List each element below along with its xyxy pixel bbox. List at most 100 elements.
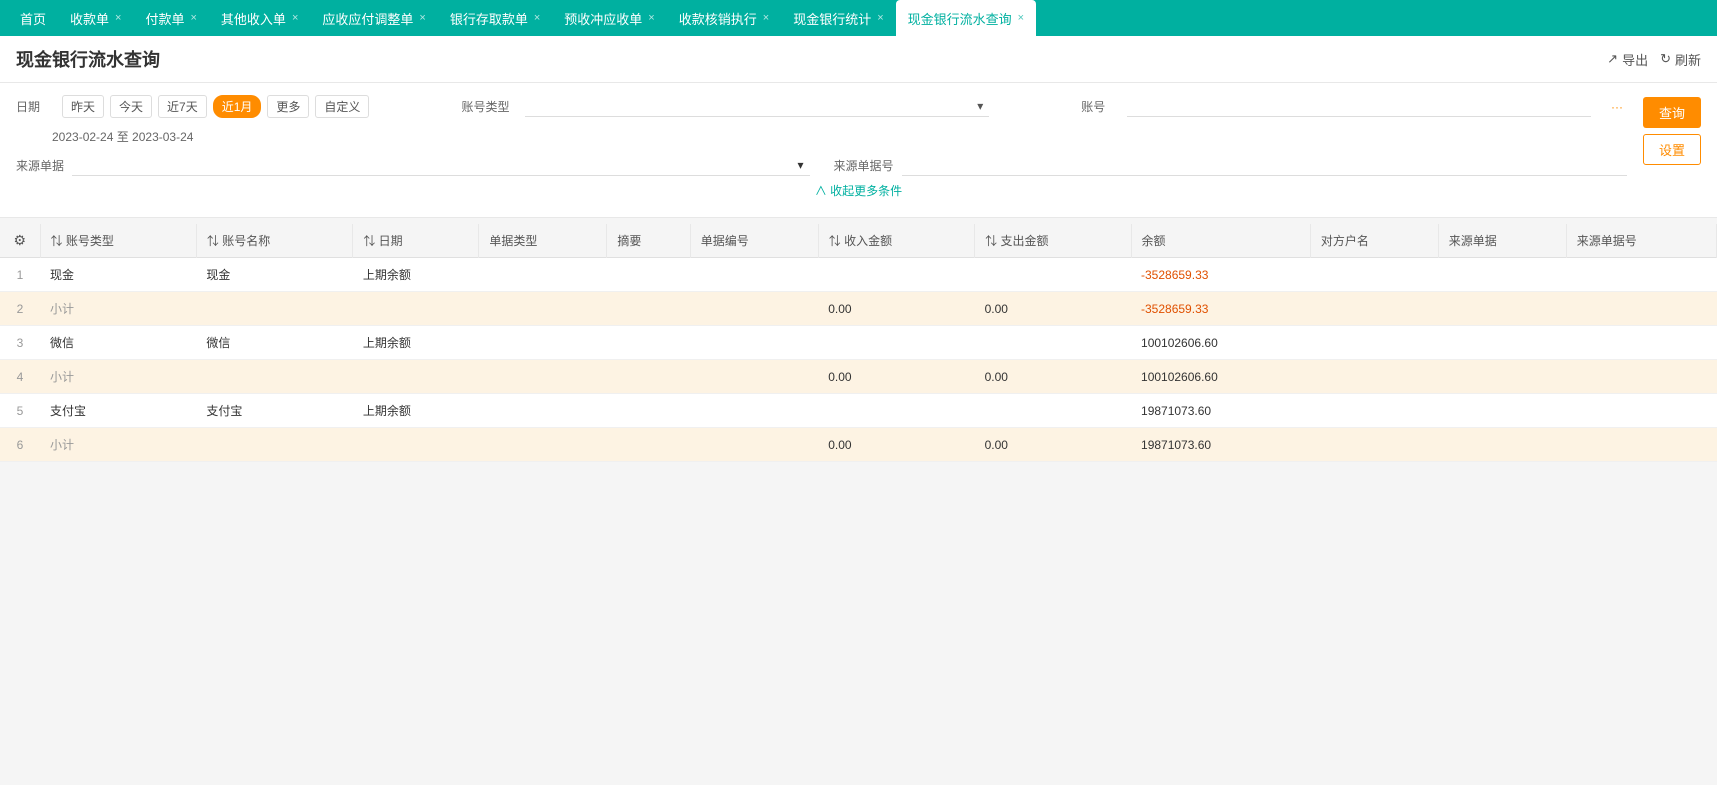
source-doc-select[interactable]: ▾ — [72, 155, 809, 176]
cell-balance: 100102606.60 — [1131, 326, 1310, 360]
table-row: 1 现金 现金 上期余额 -3528659.33 — [0, 258, 1717, 292]
nav-cash-bank-flow[interactable]: 现金银行流水查询 × — [896, 0, 1036, 36]
nav-payments-close[interactable]: × — [190, 12, 196, 24]
nav-advance-offset-close[interactable]: × — [648, 12, 654, 24]
filter-row-source: 来源单据 ▾ 来源单据号 — [16, 155, 1627, 176]
col-source-doc-no: 来源单据号 — [1566, 224, 1716, 258]
date-btn-custom[interactable]: 自定义 — [315, 95, 369, 118]
cell-index: 3 — [0, 326, 40, 360]
nav-collection-exec-label: 收款核销执行 — [679, 9, 757, 28]
cell-income — [818, 258, 974, 292]
nav-home[interactable]: 首页 — [8, 0, 58, 36]
filter-area: 日期 昨天 今天 近7天 近1月 更多 — [0, 83, 1717, 218]
cell-income: 0.00 — [818, 360, 974, 394]
cell-index: 6 — [0, 428, 40, 462]
cell-doc-type — [479, 258, 607, 292]
nav-bank-deposit[interactable]: 银行存取款单 × — [438, 0, 552, 36]
page-header: 现金银行流水查询 ↗ 导出 ↻ 刷新 — [0, 36, 1717, 83]
nav-advance-offset-label: 预收冲应收单 — [564, 9, 642, 28]
cell-source-doc-no — [1566, 326, 1716, 360]
nav-other-income-label: 其他收入单 — [221, 9, 286, 28]
cell-summary — [607, 326, 690, 360]
cell-account-name: 支付宝 — [196, 394, 352, 428]
cell-summary — [607, 394, 690, 428]
cell-index: 1 — [0, 258, 40, 292]
refresh-button[interactable]: ↻ 刷新 — [1660, 50, 1701, 69]
cell-expense: 0.00 — [975, 292, 1131, 326]
nav-advance-offset[interactable]: 预收冲应收单 × — [552, 0, 666, 36]
cell-account-name: 现金 — [196, 258, 352, 292]
col-account-name[interactable]: ⇅ 账号名称 — [196, 224, 352, 258]
nav-ar-ap-adj-close[interactable]: × — [419, 12, 425, 24]
col-expense[interactable]: ⇅ 支出金额 — [975, 224, 1131, 258]
cell-balance: 100102606.60 — [1131, 360, 1310, 394]
date-range-display: 2023-02-24 至 2023-03-24 — [52, 130, 193, 144]
export-button[interactable]: ↗ 导出 — [1607, 50, 1648, 69]
date-btn-today[interactable]: 今天 — [110, 95, 152, 118]
cell-account-name — [196, 292, 352, 326]
cell-account-type: 小计 — [40, 292, 196, 326]
nav-cash-bank-flow-close[interactable]: × — [1018, 12, 1024, 24]
nav-collection-exec-close[interactable]: × — [763, 12, 769, 24]
nav-bank-deposit-close[interactable]: × — [534, 12, 540, 24]
cell-date: 上期余额 — [353, 326, 479, 360]
col-date[interactable]: ⇅ 日期 — [353, 224, 479, 258]
nav-collection-exec[interactable]: 收款核销执行 × — [667, 0, 781, 36]
nav-other-income-close[interactable]: × — [292, 12, 298, 24]
nav-home-label: 首页 — [20, 9, 46, 28]
account-ellipsis-btn[interactable]: ··· — [1607, 100, 1627, 114]
nav-receipts-label: 收款单 — [70, 9, 109, 28]
header-actions: ↗ 导出 ↻ 刷新 — [1607, 50, 1701, 69]
cell-index: 2 — [0, 292, 40, 326]
query-button[interactable]: 查询 — [1643, 97, 1701, 128]
cell-counterpart — [1310, 428, 1438, 462]
cell-source-doc-no — [1566, 292, 1716, 326]
settings-button[interactable]: 设置 — [1643, 134, 1701, 165]
cell-date — [353, 360, 479, 394]
nav-receipts[interactable]: 收款单 × — [58, 0, 133, 36]
date-btn-more[interactable]: 更多 — [267, 95, 309, 118]
source-doc-label: 来源单据 — [16, 157, 64, 174]
table-row: 2 小计 0.00 0.00 -3528659.33 — [0, 292, 1717, 326]
table-row: 5 支付宝 支付宝 上期余额 19871073.60 — [0, 394, 1717, 428]
gear-icon: ⚙ — [13, 232, 26, 248]
source-doc-no-input[interactable] — [902, 155, 1627, 176]
cell-doc-no — [690, 428, 818, 462]
cell-doc-no — [690, 326, 818, 360]
cell-summary — [607, 258, 690, 292]
cell-income: 0.00 — [818, 428, 974, 462]
cell-doc-no — [690, 258, 818, 292]
col-income[interactable]: ⇅ 收入金额 — [818, 224, 974, 258]
cell-date — [353, 292, 479, 326]
cell-summary — [607, 292, 690, 326]
cell-date: 上期余额 — [353, 258, 479, 292]
date-btn-7days[interactable]: 近7天 — [158, 95, 207, 118]
cell-doc-no — [690, 394, 818, 428]
account-input[interactable] — [1127, 96, 1591, 117]
date-btn-yesterday[interactable]: 昨天 — [62, 95, 104, 118]
cell-doc-type — [479, 292, 607, 326]
cell-counterpart — [1310, 394, 1438, 428]
collapse-bar[interactable]: ∧ 收起更多条件 — [16, 176, 1701, 205]
nav-payments[interactable]: 付款单 × — [133, 0, 208, 36]
nav-cash-bank-stats[interactable]: 现金银行统计 × — [781, 0, 895, 36]
filter-row-date: 日期 昨天 今天 近7天 近1月 更多 — [16, 95, 1627, 118]
nav-other-income[interactable]: 其他收入单 × — [209, 0, 310, 36]
nav-receipts-close[interactable]: × — [115, 12, 121, 24]
col-account-type[interactable]: ⇅ 账号类型 — [40, 224, 196, 258]
col-gear[interactable]: ⚙ — [0, 224, 40, 258]
account-type-select[interactable]: ▾ — [525, 96, 989, 117]
col-doc-no: 单据编号 — [690, 224, 818, 258]
date-btn-1month[interactable]: 近1月 — [213, 95, 262, 118]
nav-cash-bank-stats-label: 现金银行统计 — [793, 9, 871, 28]
table-container: ⚙ ⇅ 账号类型 ⇅ 账号名称 ⇅ 日期 单据类型 摘要 — [0, 224, 1717, 462]
data-table: ⚙ ⇅ 账号类型 ⇅ 账号名称 ⇅ 日期 单据类型 摘要 — [0, 224, 1717, 462]
cell-account-name — [196, 360, 352, 394]
nav-ar-ap-adj[interactable]: 应收应付调整单 × — [310, 0, 437, 36]
cell-date — [353, 428, 479, 462]
cell-date: 上期余额 — [353, 394, 479, 428]
nav-cash-bank-stats-close[interactable]: × — [877, 12, 883, 24]
cell-account-type: 小计 — [40, 428, 196, 462]
cell-source-doc-no — [1566, 258, 1716, 292]
cell-doc-type — [479, 394, 607, 428]
